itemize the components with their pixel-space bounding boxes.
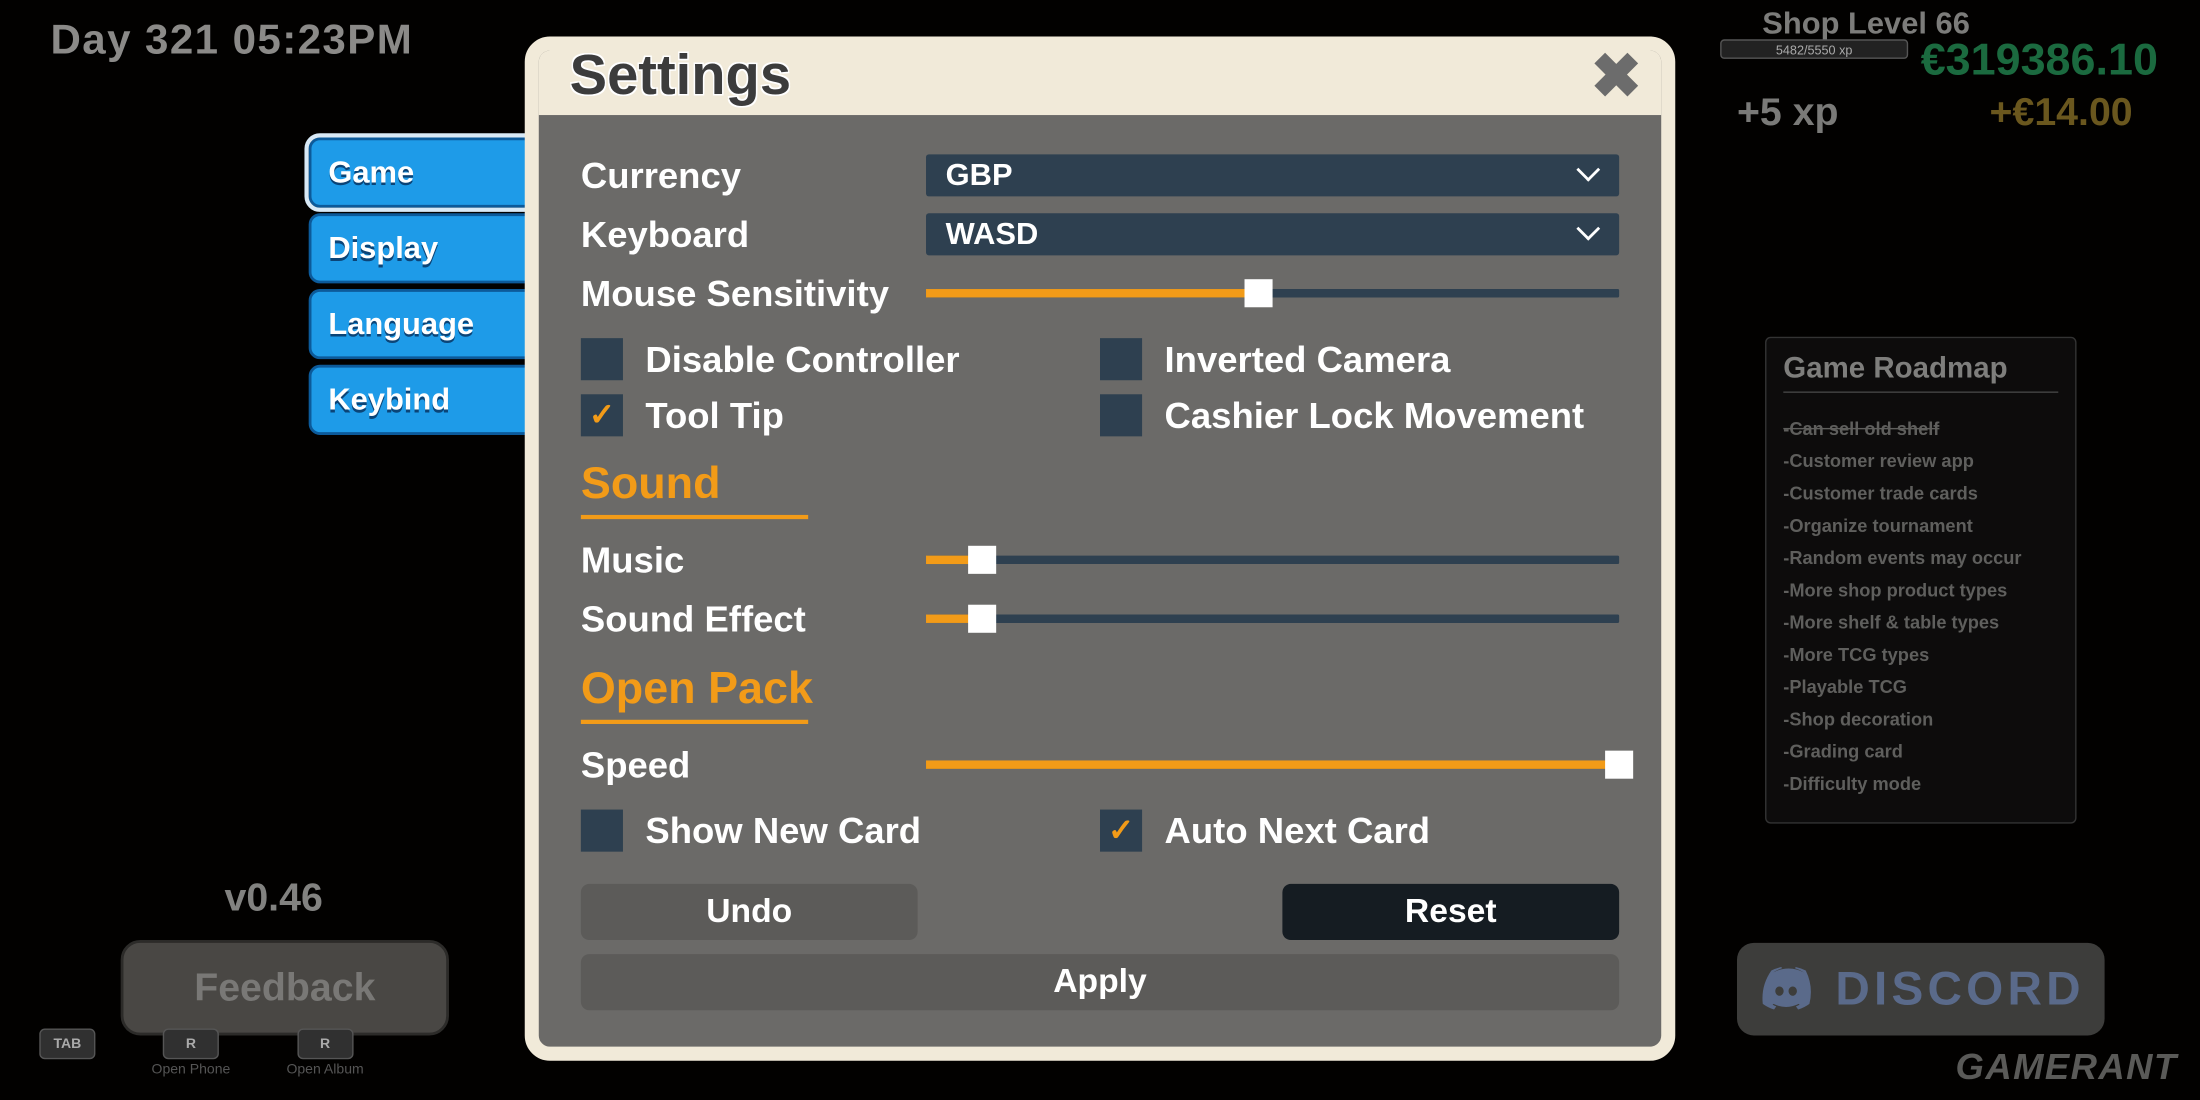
settings-tabs: Game Display Language Keybind <box>309 138 536 441</box>
apply-button[interactable]: Apply <box>581 954 1619 1010</box>
disable-controller-label: Disable Controller <box>645 337 959 380</box>
modal-title: Settings <box>570 44 791 107</box>
feedback-button[interactable]: Feedback <box>121 940 449 1035</box>
tab-game[interactable]: Game <box>309 138 536 208</box>
currency-label: Currency <box>581 154 926 197</box>
currency-value: GBP <box>946 157 1013 193</box>
chevron-down-icon <box>1580 164 1602 186</box>
roadmap-item: -Organize tournament <box>1783 507 2058 539</box>
sfx-label: Sound Effect <box>581 597 926 640</box>
chevron-down-icon <box>1580 223 1602 245</box>
hotkey-phone: ROpen Phone <box>152 1028 231 1077</box>
divider <box>581 720 808 724</box>
roadmap-item: -Random events may occur <box>1783 539 2058 571</box>
tab-display[interactable]: Display <box>309 213 536 283</box>
tooltip-label: Tool Tip <box>645 394 783 437</box>
watermark: GAMERANT <box>1956 1045 2178 1088</box>
reset-button[interactable]: Reset <box>1282 884 1619 940</box>
keyboard-dropdown[interactable]: WASD <box>926 213 1619 255</box>
show-new-card-label: Show New Card <box>645 809 921 852</box>
hud-money-gain: +€14.00 <box>1990 90 2133 135</box>
openpack-section-title: Open Pack <box>581 662 1619 714</box>
roadmap-item: -Customer review app <box>1783 442 2058 474</box>
inverted-camera-label: Inverted Camera <box>1165 337 1451 380</box>
roadmap-item: -Difficulty mode <box>1783 765 2058 797</box>
speed-label: Speed <box>581 743 926 786</box>
auto-next-card-checkbox[interactable] <box>1100 810 1142 852</box>
hud-day-time: Day 321 05:23PM <box>51 17 414 65</box>
roadmap-item: -More TCG types <box>1783 636 2058 668</box>
tab-language[interactable]: Language <box>309 289 536 359</box>
roadmap-title: Game Roadmap <box>1783 352 2058 393</box>
inverted-camera-checkbox[interactable] <box>1100 338 1142 380</box>
modal-header: Settings ✖ <box>525 36 1676 115</box>
hud-xp-bar: 5482/5550 xp <box>1720 39 1908 59</box>
keyboard-value: WASD <box>946 216 1039 252</box>
undo-button[interactable]: Undo <box>581 884 918 940</box>
discord-label: DISCORD <box>1835 962 2084 1017</box>
discord-button[interactable]: DISCORD <box>1737 943 2105 1036</box>
hud-xp-gain: +5 xp <box>1737 90 1839 135</box>
hotkey-bar: TAB ROpen Phone ROpen Album <box>39 1028 363 1077</box>
cashier-lock-checkbox[interactable] <box>1100 394 1142 436</box>
roadmap-item: -More shop product types <box>1783 571 2058 603</box>
roadmap-item: -Can sell old shelf <box>1783 410 2058 442</box>
music-label: Music <box>581 538 926 581</box>
currency-dropdown[interactable]: GBP <box>926 154 1619 196</box>
tab-keybind[interactable]: Keybind <box>309 365 536 435</box>
roadmap-panel: Game Roadmap -Can sell old shelf-Custome… <box>1765 337 2076 824</box>
divider <box>581 515 808 519</box>
cashier-lock-label: Cashier Lock Movement <box>1165 394 1585 437</box>
mouse-sensitivity-slider[interactable] <box>926 289 1619 297</box>
keyboard-label: Keyboard <box>581 213 926 256</box>
roadmap-item: -Shop decoration <box>1783 700 2058 732</box>
roadmap-item: -Customer trade cards <box>1783 474 2058 506</box>
roadmap-item: -Grading card <box>1783 732 2058 764</box>
hotkey-album: ROpen Album <box>286 1028 363 1077</box>
version-label: v0.46 <box>224 876 322 921</box>
roadmap-item: -More shelf & table types <box>1783 603 2058 635</box>
sound-section-title: Sound <box>581 457 1619 509</box>
hud-money: €319386.10 <box>1921 34 2158 86</box>
sfx-slider[interactable] <box>926 615 1619 623</box>
tooltip-checkbox[interactable] <box>581 394 623 436</box>
mouse-sensitivity-label: Mouse Sensitivity <box>581 271 926 314</box>
hotkey-tab: TAB <box>39 1028 95 1077</box>
auto-next-card-label: Auto Next Card <box>1165 809 1431 852</box>
disable-controller-checkbox[interactable] <box>581 338 623 380</box>
show-new-card-checkbox[interactable] <box>581 810 623 852</box>
music-slider[interactable] <box>926 556 1619 564</box>
close-icon[interactable]: ✖ <box>1585 45 1647 107</box>
speed-slider[interactable] <box>926 760 1619 768</box>
settings-modal: Settings ✖ Currency GBP Keyboard WASD Mo… <box>525 36 1676 1060</box>
roadmap-item: -Playable TCG <box>1783 668 2058 700</box>
discord-icon <box>1757 960 1816 1019</box>
